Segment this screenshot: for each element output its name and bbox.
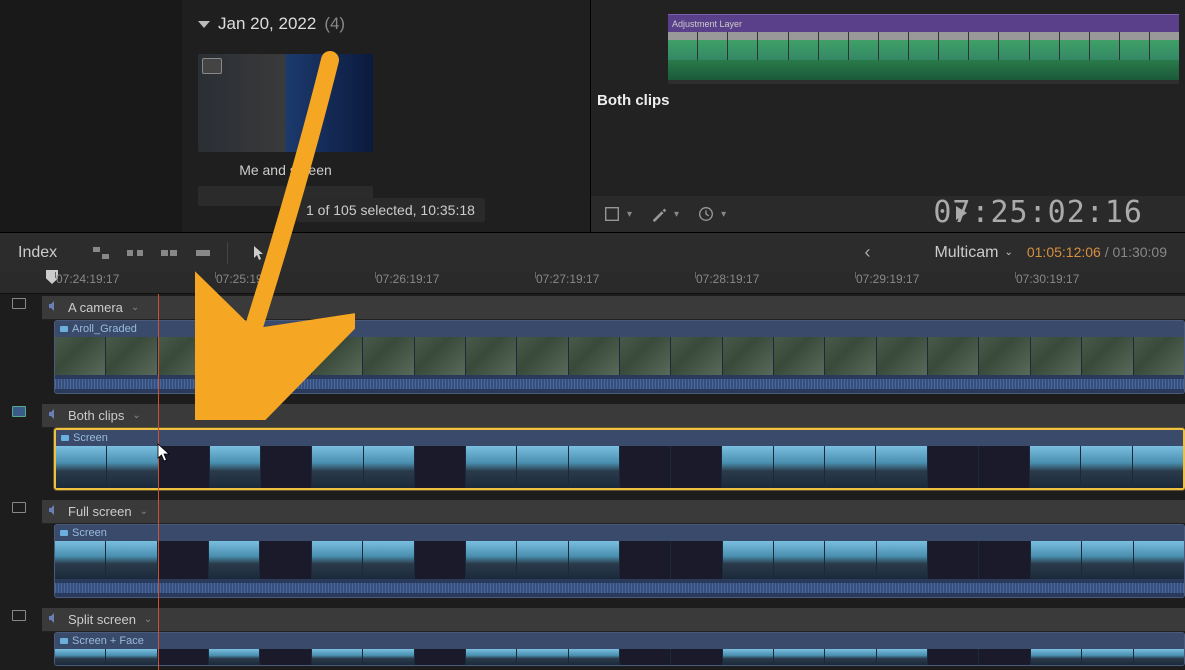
ruler-tick: 07:26:19:17 xyxy=(376,272,439,293)
preview-audio-track xyxy=(668,60,1179,80)
date-group-header[interactable]: Jan 20, 2022 (4) xyxy=(198,14,345,34)
chevron-down-icon[interactable]: ▾ xyxy=(627,209,632,220)
select-tool[interactable]: ▾ xyxy=(252,245,277,261)
angle-row[interactable]: Both clips ⌄ Screen xyxy=(42,404,1185,490)
angle-clip[interactable]: Aroll_Graded xyxy=(54,320,1185,394)
browser-clip[interactable]: Me and screen xyxy=(198,54,373,178)
preview-filmstrip xyxy=(668,32,1179,60)
speaker-icon[interactable] xyxy=(48,408,60,423)
transform-icon[interactable] xyxy=(603,205,621,223)
timeline[interactable]: A camera⌄Aroll_GradedBoth clips⌄ScreenFu… xyxy=(0,294,1185,670)
insert-clip-icon[interactable] xyxy=(125,243,145,263)
chevron-down-icon[interactable]: ⌄ xyxy=(132,410,140,421)
date-label: Jan 20, 2022 xyxy=(218,14,316,34)
ruler-tick: 07:29:19:17 xyxy=(856,272,919,293)
ruler-tick: 07:30:19:17 xyxy=(1016,272,1079,293)
speaker-icon[interactable] xyxy=(48,504,60,519)
browser-sidebar xyxy=(0,0,182,232)
angle-monitor-toggle[interactable] xyxy=(4,500,34,513)
timeline-ruler[interactable]: 07:24:19:17 07:25:19:17 07:26:19:17 07:27:1… xyxy=(0,272,1185,294)
browser-selection-status: 1 of 105 selected, 10:35:18 xyxy=(296,198,485,222)
angle-row[interactable]: Split screen ⌄ Screen + Face xyxy=(42,608,1185,666)
ruler-tick: 07:28:19:17 xyxy=(696,272,759,293)
media-browser: Jan 20, 2022 (4) Me and screen 1 of 105 … xyxy=(0,0,590,232)
chevron-down-icon[interactable]: ▾ xyxy=(721,209,726,220)
clip-label: Screen + Face xyxy=(55,633,1184,649)
clip-filmstrip xyxy=(55,541,1184,579)
clip-label: Screen xyxy=(55,525,1184,541)
ruler-tick: 07:24:19:17 xyxy=(56,272,119,293)
angle-preview[interactable]: Adjustment Layer xyxy=(668,14,1179,84)
angle-header[interactable]: Full screen ⌄ xyxy=(42,500,1185,524)
angle-header[interactable]: Split screen ⌄ xyxy=(42,608,1185,632)
angle-header[interactable]: A camera ⌄ xyxy=(42,296,1185,320)
clip-label: Aroll_Graded xyxy=(55,321,1184,337)
clip-thumbnail[interactable] xyxy=(198,54,373,152)
timeline-toolbar: Index ▾ ‹ Multicam ⌄ 01:05:12:06 / 01:30… xyxy=(0,232,1185,272)
angle-clip[interactable]: Screen xyxy=(54,428,1185,490)
clip-count: (4) xyxy=(324,14,345,34)
enhance-icon[interactable] xyxy=(650,205,668,223)
angle-name-label: Both clips xyxy=(68,408,124,423)
angle-name-label: A camera xyxy=(68,300,123,315)
angle-monitor-toggle[interactable] xyxy=(4,608,34,621)
ruler-tick: 07:27:19:17 xyxy=(536,272,599,293)
angle-row[interactable]: A camera ⌄ Aroll_Graded xyxy=(42,296,1185,394)
chevron-down-icon[interactable]: ⌄ xyxy=(144,614,152,625)
angle-monitor-toggle[interactable] xyxy=(4,404,34,417)
adjustment-layer[interactable]: Adjustment Layer xyxy=(668,14,1179,32)
angle-header[interactable]: Both clips ⌄ xyxy=(42,404,1185,428)
mouse-cursor-icon xyxy=(156,443,172,468)
timeline-clip-name[interactable]: Multicam ⌄ xyxy=(934,244,1012,262)
index-button[interactable]: Index xyxy=(18,244,57,262)
chevron-down-icon[interactable]: ⌄ xyxy=(131,302,139,313)
angle-monitor-toggle[interactable] xyxy=(4,296,34,309)
overwrite-clip-icon[interactable] xyxy=(193,243,213,263)
clip-filmstrip xyxy=(55,337,1184,375)
retime-icon[interactable] xyxy=(697,205,715,223)
angle-name-label: Split screen xyxy=(68,612,136,627)
chevron-down-icon: ▾ xyxy=(272,247,277,258)
ruler-tick: 07:25:19:17 xyxy=(216,272,279,293)
angle-clip[interactable]: Screen + Face xyxy=(54,632,1185,666)
timeline-history-back-icon[interactable]: ‹ xyxy=(864,242,870,263)
connect-clip-icon[interactable] xyxy=(91,243,111,263)
clip-filmstrip xyxy=(55,649,1184,665)
chevron-down-icon: ⌄ xyxy=(1004,247,1012,258)
angle-name-label: Full screen xyxy=(68,504,132,519)
angle-clip[interactable]: Screen xyxy=(54,524,1185,598)
angle-viewer: Adjustment Layer Both clips ▾ ▾ ▾ 07:25:… xyxy=(590,0,1185,232)
skimmer-line[interactable] xyxy=(158,294,159,670)
separator xyxy=(227,242,228,264)
disclosure-triangle-icon[interactable] xyxy=(198,21,210,28)
clip-label: Screen xyxy=(56,430,1183,446)
chevron-down-icon[interactable]: ⌄ xyxy=(140,506,148,517)
audio-waveform xyxy=(55,579,1184,597)
angle-name: Both clips xyxy=(591,92,670,109)
viewer-timecode[interactable]: 07:25:02:16 xyxy=(933,195,1143,230)
timeline-duration: 01:05:12:06 / 01:30:09 xyxy=(1027,244,1167,261)
clip-name: Me and screen xyxy=(198,162,373,178)
append-clip-icon[interactable] xyxy=(159,243,179,263)
chevron-down-icon[interactable]: ▾ xyxy=(674,209,679,220)
speaker-icon[interactable] xyxy=(48,612,60,627)
clip-filmstrip xyxy=(56,446,1183,488)
speaker-icon[interactable] xyxy=(48,300,60,315)
angle-row[interactable]: Full screen ⌄ Screen xyxy=(42,500,1185,598)
audio-waveform xyxy=(55,375,1184,393)
